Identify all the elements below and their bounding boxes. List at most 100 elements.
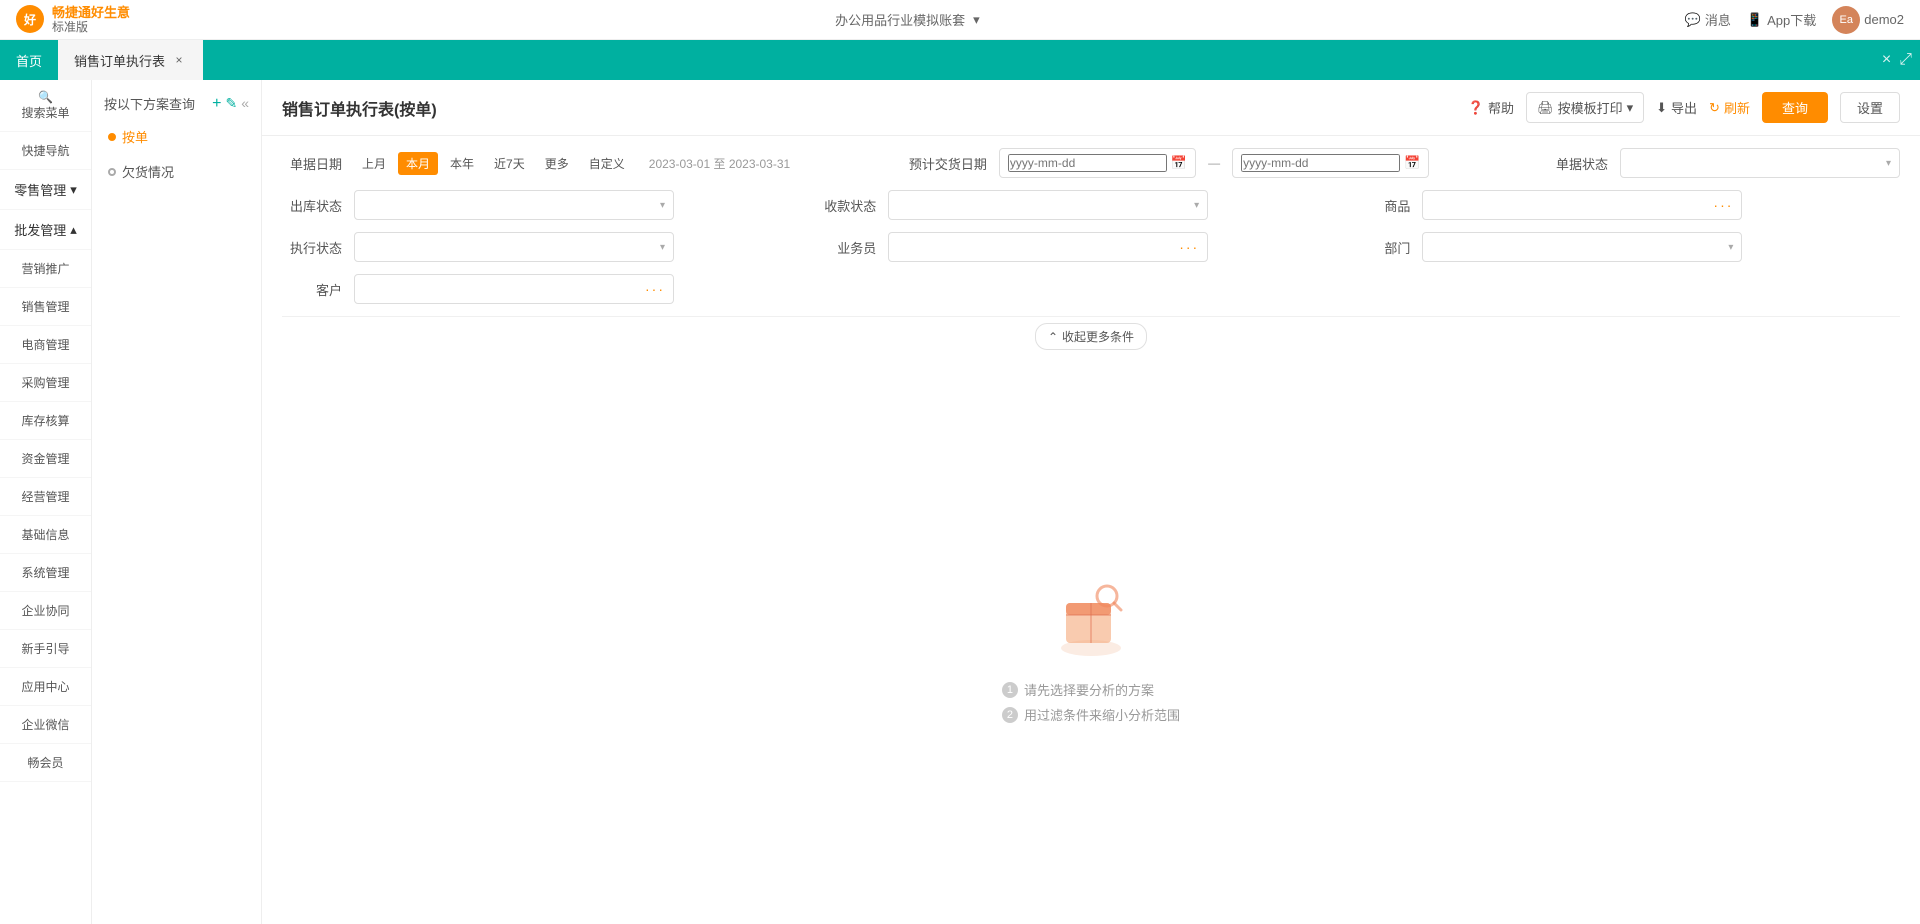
logo-icon: 好 [16,5,44,33]
sidebar-item-guide[interactable]: 新手引导 [0,630,91,668]
expected-date-label: 预计交货日期 [909,154,987,173]
sidebar-item-ecommerce[interactable]: 电商管理 [0,326,91,364]
product-select[interactable]: ··· [1422,190,1742,220]
help-button[interactable]: ❓ 帮助 [1468,98,1514,117]
left-panel-actions: + ✎ « [212,95,249,113]
tab-close-icon[interactable]: × [171,52,187,68]
filter-row-4: 客户 ··· [282,274,1900,304]
sidebar-item-quick-nav[interactable]: 快捷导航 [0,132,91,170]
template-print-button[interactable]: 🖨 按模板打印 ▾ [1526,92,1644,123]
salesperson-more-icon[interactable]: ··· [1179,239,1199,255]
calendar-from-icon[interactable]: 📅 [1171,155,1187,171]
product-more-icon[interactable]: ··· [1713,197,1733,213]
department-label: 部门 [1350,238,1410,257]
delivery-dropdown-arrow-icon: ▾ [660,200,665,211]
sidebar-item-purchase[interactable]: 采购管理 [0,364,91,402]
expected-date-from[interactable]: 📅 [999,148,1196,178]
nav-tabs: 首页 销售订单执行表 × × ⤢ [0,40,1920,80]
add-scheme-button[interactable]: + [212,95,221,113]
export-icon: ⬇ [1656,100,1667,116]
logo-area: 好 畅捷通好生意 标准版 [16,5,130,35]
date-tab-current-year[interactable]: 本年 [442,152,482,175]
filter-row-3: 执行状态 ▾ 业务员 ··· 部门 ▾ [282,232,1900,262]
user-menu[interactable]: Ea demo2 [1832,6,1904,34]
date-tab-current-month[interactable]: 本月 [398,152,438,175]
maximize-icon[interactable]: ⤢ [1899,51,1912,69]
app-download-button[interactable]: 📱 App下载 [1747,10,1816,29]
sidebar-item-enterprise[interactable]: 企业协同 [0,592,91,630]
left-panel: 按以下方案查询 + ✎ « 按单 欠货情况 [92,80,262,924]
left-panel-title: 按以下方案查询 [104,94,195,113]
date-tab-last-month[interactable]: 上月 [354,152,394,175]
product-label: 商品 [1350,196,1410,215]
status-dropdown-arrow-icon: ▾ [1886,158,1891,169]
customer-more-icon[interactable]: ··· [645,281,665,297]
minimize-icon[interactable]: × [1882,51,1891,69]
help-icon: ❓ [1468,100,1484,116]
sidebar-item-basic-info[interactable]: 基础信息 [0,516,91,554]
export-button[interactable]: ⬇ 导出 [1656,98,1697,117]
tab-home[interactable]: 首页 [0,40,58,80]
refresh-button[interactable]: ↻ 刷新 [1709,98,1750,117]
refresh-icon: ↻ [1709,100,1720,116]
empty-text-list: 1 请先选择要分析的方案 2 用过滤条件来缩小分析范围 [1002,680,1180,724]
sidebar-item-sales[interactable]: 销售管理 [0,288,91,326]
calendar-to-icon[interactable]: 📅 [1404,155,1420,171]
status-select[interactable]: ▾ [1620,148,1900,178]
settings-button[interactable]: 设置 [1840,92,1900,123]
sidebar-item-search[interactable]: 🔍 搜索菜单 [0,80,91,132]
filter-area: 单据日期 上月 本月 本年 近7天 更多 自定义 2023-03-01 至 20… [262,136,1920,368]
collapse-button[interactable]: ⌃ 收起更多条件 [1035,323,1147,350]
date-tab-more[interactable]: 更多 [537,152,577,175]
delivery-status-select[interactable]: ▾ [354,190,674,220]
customer-select[interactable]: ··· [354,274,674,304]
date-tab-7days[interactable]: 近7天 [486,152,533,175]
industry-arrow-icon[interactable]: ▾ [973,12,980,28]
date-tabs: 上月 本月 本年 近7天 更多 自定义 [354,152,633,175]
sidebar: 🔍 搜索菜单 快捷导航 零售管理 ▾ 批发管理 ▴ 营销推广 销售管理 电商管理… [0,80,92,924]
sidebar-item-marketing[interactable]: 营销推广 [0,250,91,288]
salesperson-select[interactable]: ··· [888,232,1208,262]
collapse-bar: ⌃ 收起更多条件 [282,316,1900,356]
tab-sales-order[interactable]: 销售订单执行表 × [58,40,203,80]
scheme-item-by-order[interactable]: 按单 [92,119,261,154]
execution-dropdown-arrow-icon: ▾ [660,242,665,253]
header-right: 💬 消息 📱 App下载 Ea demo2 [1685,6,1904,34]
department-select[interactable]: ▾ [1422,232,1742,262]
sidebar-item-inventory[interactable]: 库存核算 [0,402,91,440]
department-dropdown-arrow-icon: ▾ [1728,242,1733,253]
collapse-panel-button[interactable]: « [241,95,249,113]
message-icon: 💬 [1685,12,1701,28]
industry-label[interactable]: 办公用品行业模拟账套 [835,10,965,29]
sidebar-item-member[interactable]: 畅会员 [0,744,91,782]
sidebar-item-retail[interactable]: 零售管理 ▾ [0,170,91,210]
sidebar-item-wholesale[interactable]: 批发管理 ▴ [0,210,91,250]
active-dot-icon [108,133,116,141]
edit-scheme-button[interactable]: ✎ [225,95,237,113]
main-layout: 🔍 搜索菜单 快捷导航 零售管理 ▾ 批发管理 ▴ 营销推广 销售管理 电商管理… [0,80,1920,924]
sidebar-item-app-center[interactable]: 应用中心 [0,668,91,706]
date-tab-custom[interactable]: 自定义 [581,152,633,175]
content-area: 按以下方案查询 + ✎ « 按单 欠货情况 销售订单执行表(按单) [92,80,1920,924]
execution-status-select[interactable]: ▾ [354,232,674,262]
delivery-status-label: 出库状态 [282,196,342,215]
scheme-item-shortage[interactable]: 欠货情况 [92,154,261,189]
sidebar-item-finance[interactable]: 资金管理 [0,440,91,478]
home-label: 首页 [16,51,42,70]
salesperson-label: 业务员 [816,238,876,257]
wholesale-arrow-icon: ▴ [70,222,77,238]
sidebar-item-system[interactable]: 系统管理 [0,554,91,592]
receipt-status-select[interactable]: ▾ [888,190,1208,220]
expected-date-from-input[interactable] [1008,154,1167,172]
query-button[interactable]: 查询 [1762,92,1828,123]
sidebar-item-wechat[interactable]: 企业微信 [0,706,91,744]
filter-row-1: 单据日期 上月 本月 本年 近7天 更多 自定义 2023-03-01 至 20… [282,148,1900,178]
expected-date-to[interactable]: 📅 [1232,148,1429,178]
expected-date-to-input[interactable] [1241,154,1400,172]
execution-status-label: 执行状态 [282,238,342,257]
message-button[interactable]: 💬 消息 [1685,10,1731,29]
top-header: 好 畅捷通好生意 标准版 办公用品行业模拟账套 ▾ 💬 消息 📱 App下载 E… [0,0,1920,40]
page-title: 销售订单执行表(按单) [282,96,437,120]
nav-right-buttons: × ⤢ [1874,40,1920,80]
sidebar-item-operations[interactable]: 经营管理 [0,478,91,516]
